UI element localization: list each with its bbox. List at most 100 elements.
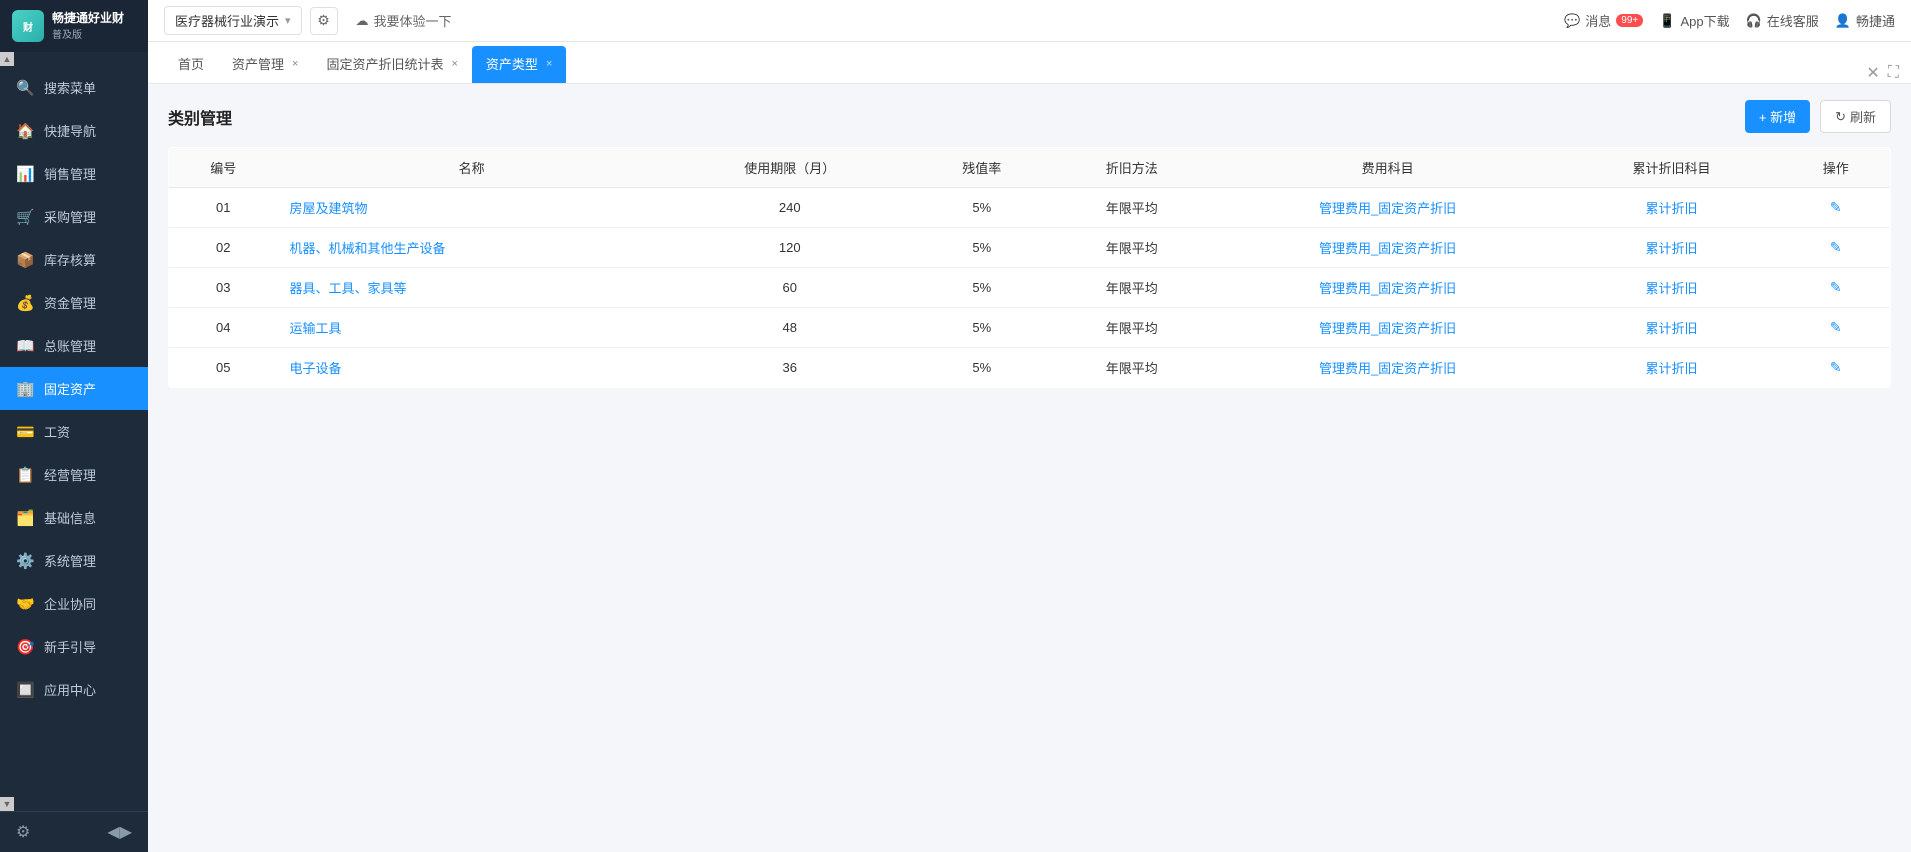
sidebar-label-system: 系统管理 (44, 551, 96, 570)
tab-asset-mgmt[interactable]: 资产管理× (218, 46, 312, 83)
cell-operation: ✎ (1781, 308, 1890, 348)
sidebar-icon-quicknav: 🏠 (16, 122, 34, 140)
sidebar-item-funds[interactable]: 💰资金管理 (0, 281, 148, 324)
online-service-button[interactable]: 🎧 在线客服 (1746, 11, 1819, 30)
cell-operation: ✎ (1781, 348, 1890, 388)
table-col-使用期限（月）: 使用期限（月） (666, 148, 914, 188)
tab-depreciation-report[interactable]: 固定资产折旧统计表× (312, 46, 471, 83)
sidebar-label-sales: 销售管理 (44, 164, 96, 183)
tab-label-asset-type: 资产类型 (486, 54, 538, 73)
tab-asset-type[interactable]: 资产类型 × (472, 46, 566, 83)
sidebar-label-funds: 资金管理 (44, 293, 96, 312)
scroll-down-arrow[interactable]: ▼ (0, 797, 14, 811)
tab-close-asset-mgmt[interactable]: × (292, 58, 298, 70)
cell-operation: ✎ (1781, 188, 1890, 228)
sidebar-label-basic: 基础信息 (44, 508, 96, 527)
sidebar-label-payroll: 工资 (44, 422, 70, 441)
sidebar-icon-inventory: 📦 (16, 251, 34, 269)
messages-button[interactable]: 💬 消息 99+ (1564, 11, 1643, 30)
table-col-名称: 名称 (277, 148, 665, 188)
cell-3: 5% (914, 268, 1050, 308)
asset-type-table: 编号名称使用期限（月）残值率折旧方法费用科目累计折旧科目操作 01房屋及建筑物2… (168, 147, 1891, 388)
cell-3: 5% (914, 188, 1050, 228)
edit-icon[interactable]: ✎ (1830, 359, 1842, 375)
refresh-icon: ↻ (1835, 109, 1846, 125)
table-col-编号: 编号 (169, 148, 278, 188)
refresh-button[interactable]: ↻ 刷新 (1820, 100, 1891, 133)
industry-chevron-icon: ▾ (285, 14, 291, 27)
table-col-费用科目: 费用科目 (1214, 148, 1562, 188)
cell-2: 60 (666, 268, 914, 308)
sidebar-item-ledger[interactable]: 📖总账管理 (0, 324, 148, 367)
table-col-操作: 操作 (1781, 148, 1890, 188)
cell-0: 03 (169, 268, 278, 308)
cell-1: 房屋及建筑物 (277, 188, 665, 228)
sidebar-item-sales[interactable]: 📊销售管理 (0, 152, 148, 195)
sidebar-item-system[interactable]: ⚙️ 系统管理 (0, 539, 148, 582)
sidebar-item-basic[interactable]: 🗂️基础信息 (0, 496, 148, 539)
sidebar-item-collab[interactable]: 🤝企业协同 (0, 582, 148, 625)
topbar-left: 医疗器械行业演示 ▾ ⚙ ☁ 我要体验一下 (164, 6, 1552, 35)
tab-home[interactable]: 首页 (164, 46, 218, 83)
cell-2: 36 (666, 348, 914, 388)
tab-close-asset-type[interactable]: × (546, 58, 552, 70)
sidebar-label-apps: 应用中心 (44, 680, 96, 699)
cell-2: 120 (666, 228, 914, 268)
sidebar-item-ops[interactable]: 📋经营管理 (0, 453, 148, 496)
sidebar-label-ops: 经营管理 (44, 465, 96, 484)
sidebar-label-ledger: 总账管理 (44, 336, 96, 355)
cell-0: 02 (169, 228, 278, 268)
sidebar-label-search: 搜索菜单 (44, 78, 96, 97)
cell-3: 5% (914, 348, 1050, 388)
scroll-up-arrow[interactable]: ▲ (0, 52, 14, 66)
topbar-settings-icon[interactable]: ⚙ (310, 7, 338, 35)
expand-window-icon[interactable]: ⛶ (1888, 64, 1899, 82)
cell-6: 累计折旧 (1561, 348, 1781, 388)
table-row: 03器具、工具、家具等605%年限平均管理费用_固定资产折旧累计折旧✎ (169, 268, 1891, 308)
cell-1: 运输工具 (277, 308, 665, 348)
tab-label-home: 首页 (178, 54, 204, 73)
tab-close-depreciation-report[interactable]: × (451, 58, 457, 70)
cell-4: 年限平均 (1050, 188, 1214, 228)
sidebar-item-inventory[interactable]: 📦库存核算 (0, 238, 148, 281)
sidebar-nav: 🔍搜索菜单🏠快捷导航📊销售管理🛒采购管理📦库存核算💰资金管理📖总账管理🏢固定资产… (0, 66, 148, 797)
sidebar-item-fixed[interactable]: 🏢固定资产 (0, 367, 148, 410)
cloud-icon: ☁ (356, 13, 369, 29)
sidebar-bottom: ⚙ ◀▶ (0, 811, 148, 852)
app-download-button[interactable]: 📱 App下载 (1659, 11, 1729, 30)
collapse-icon[interactable]: ◀▶ (107, 822, 132, 842)
cell-operation: ✎ (1781, 228, 1890, 268)
cell-4: 年限平均 (1050, 348, 1214, 388)
table-col-折旧方法: 折旧方法 (1050, 148, 1214, 188)
table-row: 04运输工具485%年限平均管理费用_固定资产折旧累计折旧✎ (169, 308, 1891, 348)
sidebar-item-payroll[interactable]: 💳 工资 (0, 410, 148, 453)
cell-1: 机器、机械和其他生产设备 (277, 228, 665, 268)
sidebar-item-quicknav[interactable]: 🏠快捷导航 (0, 109, 148, 152)
sidebar-icon-payroll: 💳 (16, 423, 34, 441)
sidebar-item-purchase[interactable]: 🛒采购管理 (0, 195, 148, 238)
sidebar-label-fixed: 固定资产 (44, 379, 96, 398)
tabs-bar: 首页资产管理×固定资产折旧统计表× 资产类型 × ✕ ⛶ (148, 42, 1911, 84)
topbar-right: 💬 消息 99+ 📱 App下载 🎧 在线客服 👤 畅捷通 (1564, 11, 1895, 30)
industry-label: 医疗器械行业演示 (175, 11, 279, 30)
new-button[interactable]: + 新增 (1745, 100, 1810, 133)
cell-5: 管理费用_固定资产折旧 (1214, 348, 1562, 388)
sidebar-item-apps[interactable]: 🔲应用中心 (0, 668, 148, 711)
settings-bottom-icon[interactable]: ⚙ (16, 822, 30, 842)
user-menu[interactable]: 👤 畅捷通 (1835, 11, 1895, 30)
edit-icon[interactable]: ✎ (1830, 319, 1842, 335)
close-window-icon[interactable]: ✕ (1866, 63, 1879, 83)
sidebar-item-guide[interactable]: 🎯新手引导 (0, 625, 148, 668)
edit-icon[interactable]: ✎ (1830, 199, 1842, 215)
sidebar-item-search[interactable]: 🔍搜索菜单 (0, 66, 148, 109)
industry-selector[interactable]: 医疗器械行业演示 ▾ (164, 6, 302, 35)
edit-icon[interactable]: ✎ (1830, 279, 1842, 295)
header-actions: + 新增 ↻ 刷新 (1745, 100, 1891, 133)
experience-button[interactable]: ☁ 我要体验一下 (346, 7, 462, 34)
cell-6: 累计折旧 (1561, 188, 1781, 228)
sidebar-icon-system: ⚙️ (16, 552, 34, 570)
cell-5: 管理费用_固定资产折旧 (1214, 268, 1562, 308)
cell-6: 累计折旧 (1561, 228, 1781, 268)
logo-sub: 普及版 (52, 26, 124, 41)
edit-icon[interactable]: ✎ (1830, 239, 1842, 255)
